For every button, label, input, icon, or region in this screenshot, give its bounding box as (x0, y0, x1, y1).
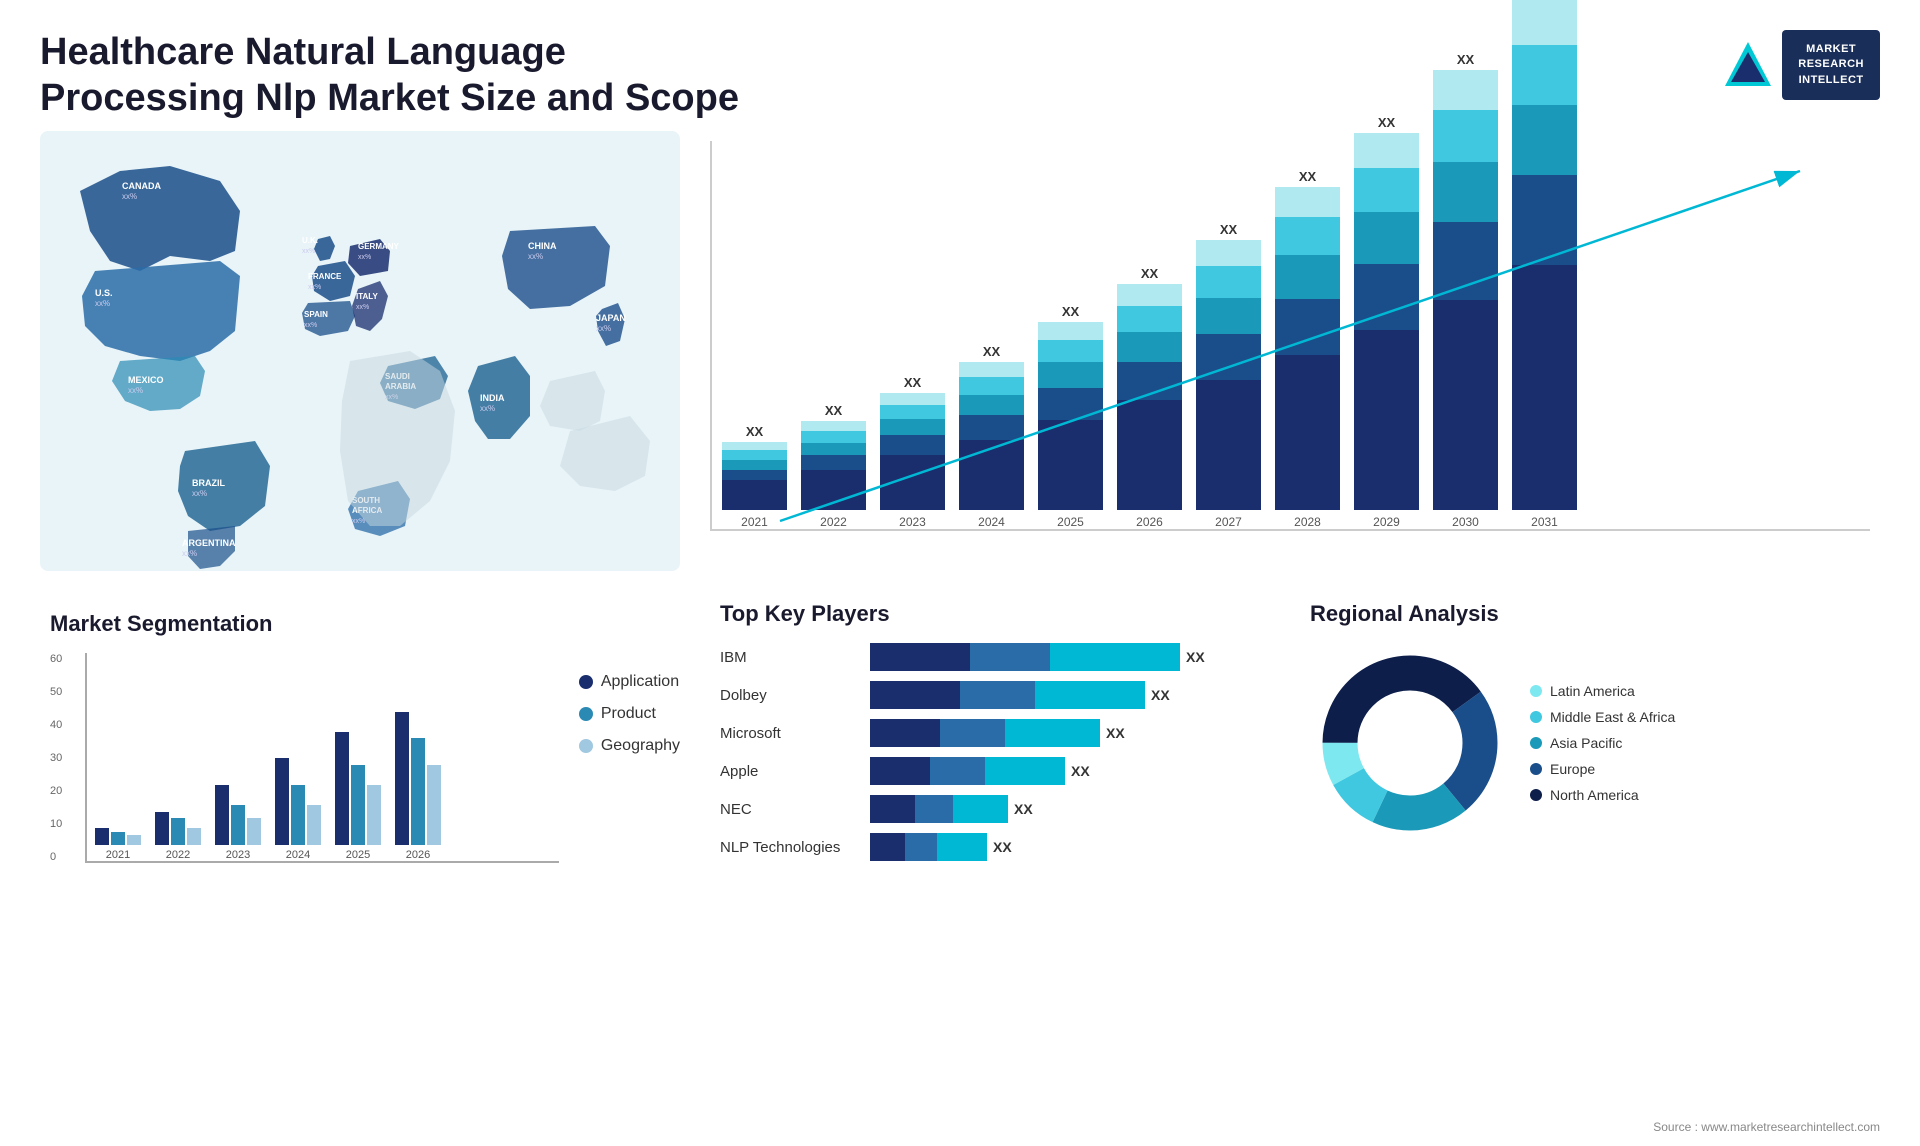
logo-icon (1721, 38, 1776, 93)
svg-text:CHINA: CHINA (528, 241, 557, 251)
svg-text:JAPAN: JAPAN (596, 313, 626, 323)
svg-text:CANADA: CANADA (122, 181, 161, 191)
svg-text:xx%: xx% (352, 518, 365, 525)
svg-text:ARGENTINA: ARGENTINA (182, 538, 236, 548)
legend-dot-geography (579, 739, 593, 753)
player-ibm: IBM XX (720, 643, 1270, 671)
seg-bar-group-2021: 2021 (95, 828, 141, 861)
legend-north-america: North America (1530, 787, 1675, 803)
svg-text:GERMANY: GERMANY (358, 242, 400, 251)
legend-dot-application (579, 675, 593, 689)
player-dolbey: Dolbey XX (720, 681, 1270, 709)
svg-text:xx%: xx% (192, 489, 207, 498)
bar-2030: XX 2030 (1433, 52, 1498, 529)
bar-2028: XX 2028 (1275, 169, 1340, 529)
svg-text:ITALY: ITALY (356, 292, 378, 301)
growth-bars: XX 2021 XX (710, 141, 1870, 531)
bar-2022: XX 2022 (801, 403, 866, 529)
svg-text:FRANCE: FRANCE (308, 272, 342, 281)
svg-text:MEXICO: MEXICO (128, 375, 164, 385)
bar-chart-section: XX 2021 XX (700, 131, 1880, 591)
svg-text:xx%: xx% (356, 304, 369, 311)
legend-asia-pacific: Asia Pacific (1530, 735, 1675, 751)
player-nlp-tech: NLP Technologies XX (720, 833, 1270, 861)
legend-item-application: Application (579, 673, 680, 691)
key-players-section: Top Key Players IBM XX (710, 591, 1280, 871)
player-microsoft: Microsoft XX (720, 719, 1270, 747)
segmentation-legend: Application Product Geography (579, 653, 680, 755)
page-title: Healthcare Natural Language Processing N… (40, 30, 740, 121)
bar-2027: XX 2027 (1196, 222, 1261, 529)
legend-item-geography: Geography (579, 737, 680, 755)
svg-text:INDIA: INDIA (480, 393, 505, 403)
regional-content: Latin America Middle East & Africa Asia … (1310, 643, 1860, 843)
svg-text:xx%: xx% (358, 254, 371, 261)
svg-text:BRAZIL: BRAZIL (192, 478, 225, 488)
bar-2026: XX 2026 (1117, 266, 1182, 529)
bottom-right: Top Key Players IBM XX (700, 591, 1880, 871)
svg-text:xx%: xx% (528, 252, 543, 261)
svg-text:xx%: xx% (596, 324, 611, 333)
svg-text:xx%: xx% (95, 299, 110, 308)
world-map: CANADA xx% U.S. xx% MEXICO xx% BRAZIL xx… (40, 131, 690, 591)
legend-dot-product (579, 707, 593, 721)
bar-2031: XX 2031 (1512, 0, 1577, 529)
regional-analysis-section: Regional Analysis (1300, 591, 1870, 871)
svg-text:xx%: xx% (304, 322, 317, 329)
regional-title: Regional Analysis (1310, 601, 1860, 627)
legend-europe: Europe (1530, 761, 1675, 777)
bar-2025: XX 2025 (1038, 304, 1103, 529)
player-apple: Apple XX (720, 757, 1270, 785)
segmentation-content: 60 50 40 30 20 10 0 (50, 653, 680, 863)
svg-text:xx%: xx% (480, 404, 495, 413)
svg-text:xx%: xx% (308, 284, 321, 291)
seg-bar-group-2023: 2023 (215, 785, 261, 861)
legend-middle-east-africa: Middle East & Africa (1530, 709, 1675, 725)
regional-legend: Latin America Middle East & Africa Asia … (1530, 683, 1675, 803)
bar-2024: XX 2024 (959, 344, 1024, 529)
seg-bar-group-2026: 2026 (395, 712, 441, 861)
key-players-title: Top Key Players (720, 601, 1270, 627)
donut-chart (1310, 643, 1510, 843)
seg-bar-group-2022: 2022 (155, 812, 201, 861)
svg-text:U.S.: U.S. (95, 288, 113, 298)
bar-2029: XX 2029 (1354, 115, 1419, 529)
legend-item-product: Product (579, 705, 680, 723)
seg-bar-group-2024: 2024 (275, 758, 321, 861)
player-nec: NEC XX (720, 795, 1270, 823)
source-text: Source : www.marketresearchintellect.com (1653, 1120, 1880, 1134)
seg-bars: 2021 2022 (85, 653, 559, 863)
segmentation-section: Market Segmentation 60 50 40 30 20 10 0 (40, 601, 690, 873)
bar-2021: XX 2021 (722, 424, 787, 529)
bar-2023: XX 2023 (880, 375, 945, 529)
svg-text:xx%: xx% (302, 248, 315, 255)
svg-text:U.K.: U.K. (302, 236, 318, 245)
players-list: IBM XX Dolbey (720, 643, 1270, 861)
svg-text:xx%: xx% (122, 192, 137, 201)
page-header: Healthcare Natural Language Processing N… (0, 0, 1920, 131)
segmentation-title: Market Segmentation (50, 611, 680, 637)
svg-text:xx%: xx% (128, 386, 143, 395)
svg-text:SPAIN: SPAIN (304, 310, 328, 319)
logo: MARKET RESEARCH INTELLECT (1721, 30, 1880, 100)
svg-text:xx%: xx% (182, 549, 197, 558)
logo-text: MARKET RESEARCH INTELLECT (1782, 30, 1880, 100)
legend-latin-america: Latin America (1530, 683, 1675, 699)
y-axis: 60 50 40 30 20 10 0 (50, 653, 62, 863)
seg-bar-group-2025: 2025 (335, 732, 381, 861)
